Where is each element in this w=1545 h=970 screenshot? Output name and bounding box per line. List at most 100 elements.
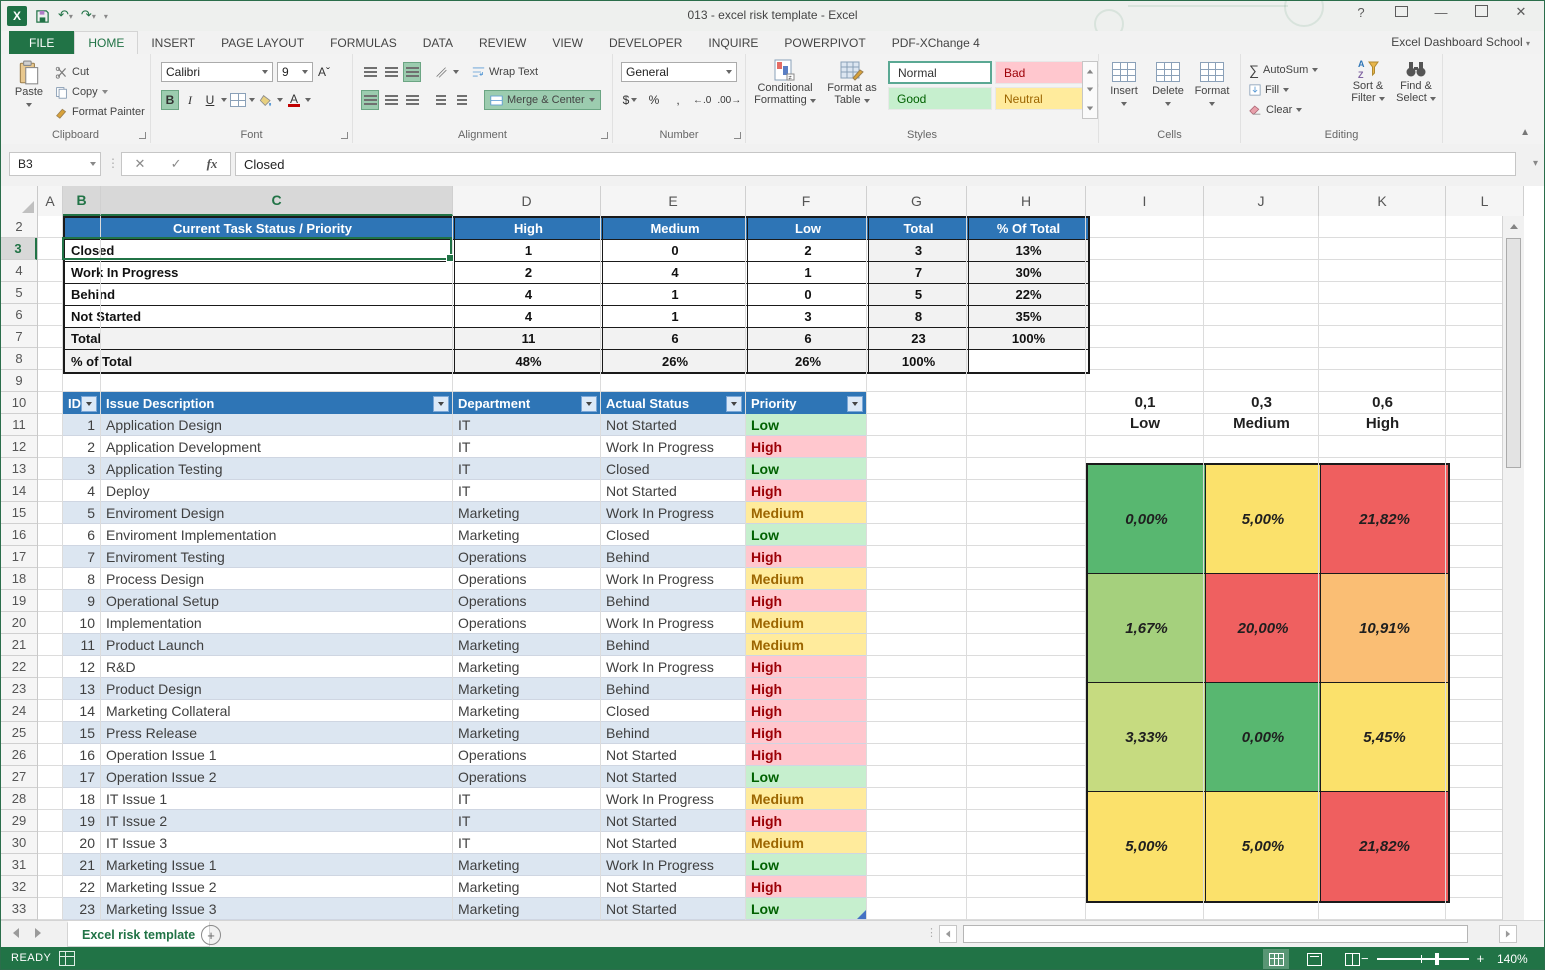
ribbon-tab-page-layout[interactable]: PAGE LAYOUT [208,31,317,54]
row-header-2[interactable]: 2 [1,216,37,238]
find-select-button[interactable]: Find &Select [1393,58,1439,104]
fill-color-button[interactable] [257,90,275,110]
confirm-entry-icon[interactable]: ✓ [171,156,182,172]
autosum-button[interactable]: ∑ AutoSum [1249,60,1318,80]
fill-handle[interactable] [446,254,454,262]
fill-button[interactable]: Fill [1249,80,1318,100]
row-header-30[interactable]: 30 [1,832,37,854]
fill-color-dropdown[interactable] [277,98,283,102]
filter-dropdown-icon[interactable] [581,396,597,412]
bottom-align-button[interactable] [403,62,421,82]
bold-button[interactable]: B [161,90,179,110]
ribbon-tab-powerpivot[interactable]: POWERPIVOT [771,31,878,54]
row-header-31[interactable]: 31 [1,854,37,876]
new-sheet-button[interactable]: + [201,925,221,945]
column-header-G[interactable]: G [867,186,967,216]
account-name[interactable]: Excel Dashboard School ▾ [1391,35,1530,49]
macro-record-icon[interactable] [59,951,75,966]
middle-align-button[interactable] [382,62,400,82]
row-header-27[interactable]: 27 [1,766,37,788]
merge-center-button[interactable]: Merge & Center [484,90,601,110]
formula-input[interactable]: Closed [235,152,1516,176]
row-header-23[interactable]: 23 [1,678,37,700]
filter-dropdown-icon[interactable] [433,396,449,412]
font-dialog-launcher[interactable] [341,132,348,139]
filter-dropdown-icon[interactable] [847,396,863,412]
comma-style-button[interactable]: , [669,90,687,110]
increase-decimal-button[interactable]: ←.0 [693,90,711,110]
row-header-33[interactable]: 33 [1,898,37,920]
select-all-corner[interactable] [1,186,38,216]
active-cell-selection[interactable] [62,237,452,260]
sheet-cells[interactable]: Current Task Status / PriorityHighMedium… [38,216,1524,920]
column-header-L[interactable]: L [1446,186,1524,216]
ribbon-tab-developer[interactable]: DEVELOPER [596,31,695,54]
row-header-11[interactable]: 11 [1,414,37,436]
row-header-5[interactable]: 5 [1,282,37,304]
font-name-combo[interactable]: Calibri [161,62,273,82]
next-sheet-icon[interactable] [35,928,41,938]
zoom-slider-thumb[interactable] [1435,953,1439,965]
row-header-26[interactable]: 26 [1,744,37,766]
vertical-scrollbar[interactable] [1502,216,1524,950]
orientation-dropdown[interactable] [453,70,459,74]
previous-sheet-icon[interactable] [13,928,19,938]
horizontal-scroll-thumb[interactable] [963,925,1468,943]
row-header-19[interactable]: 19 [1,590,37,612]
paste-button[interactable]: Paste [7,60,51,110]
column-header-J[interactable]: J [1204,186,1319,216]
scroll-right-icon[interactable] [1499,925,1517,943]
underline-button[interactable]: U [201,90,219,110]
name-box[interactable]: B3 [9,152,101,176]
row-header-17[interactable]: 17 [1,546,37,568]
delete-cells-button[interactable]: Delete [1147,62,1189,109]
column-header-D[interactable]: D [453,186,601,216]
align-right-button[interactable] [403,90,421,110]
borders-dropdown[interactable] [249,98,255,102]
row-header-22[interactable]: 22 [1,656,37,678]
column-header-F[interactable]: F [746,186,867,216]
copy-button[interactable]: Copy [55,82,145,102]
sort-filter-button[interactable]: AZ Sort &Filter [1345,58,1391,104]
filter-dropdown-icon[interactable] [81,396,97,412]
top-align-button[interactable] [361,62,379,82]
decrease-decimal-button[interactable]: .00→ [717,90,741,110]
horizontal-scrollbar[interactable] [963,925,1495,943]
ribbon-tab-review[interactable]: REVIEW [466,31,539,54]
row-header-4[interactable]: 4 [1,260,37,282]
column-header-H[interactable]: H [967,186,1086,216]
zoom-out-icon[interactable]: − [1361,951,1369,966]
font-color-dropdown[interactable] [305,98,311,102]
sheet-tab-active[interactable]: Excel risk template [67,921,210,947]
page-layout-view-icon[interactable] [1301,949,1327,969]
zoom-in-icon[interactable]: + [1477,951,1485,966]
ribbon-tab-data[interactable]: DATA [410,31,466,54]
alignment-dialog-launcher[interactable] [601,132,608,139]
row-header-25[interactable]: 25 [1,722,37,744]
ribbon-tab-file[interactable]: FILE [9,31,74,54]
insert-function-icon[interactable]: fx [207,156,218,172]
zoom-slider[interactable] [1377,958,1469,960]
wrap-text-button[interactable]: Wrap Text [472,62,538,82]
column-header-K[interactable]: K [1319,186,1446,216]
ribbon-tab-insert[interactable]: INSERT [138,31,208,54]
align-left-button[interactable] [361,90,379,110]
style-swatch-good[interactable]: Good [888,87,992,110]
row-header-29[interactable]: 29 [1,810,37,832]
cut-button[interactable]: Cut [55,62,145,82]
insert-cells-button[interactable]: Insert [1103,62,1145,109]
minimize-icon[interactable]: — [1428,5,1454,20]
row-header-15[interactable]: 15 [1,502,37,524]
align-center-button[interactable] [382,90,400,110]
row-header-20[interactable]: 20 [1,612,37,634]
accounting-format-button[interactable]: $ [621,90,639,110]
orientation-button[interactable] [432,62,450,82]
row-header-16[interactable]: 16 [1,524,37,546]
font-size-combo[interactable]: 9 [277,62,313,82]
ribbon-tab-home[interactable]: HOME [74,31,138,54]
row-header-9[interactable]: 9 [1,370,37,392]
zoom-level[interactable]: 140% [1497,952,1528,966]
format-cells-button[interactable]: Format [1191,62,1233,109]
close-icon[interactable]: ✕ [1508,4,1534,20]
style-swatch-normal[interactable]: Normal [888,61,992,84]
